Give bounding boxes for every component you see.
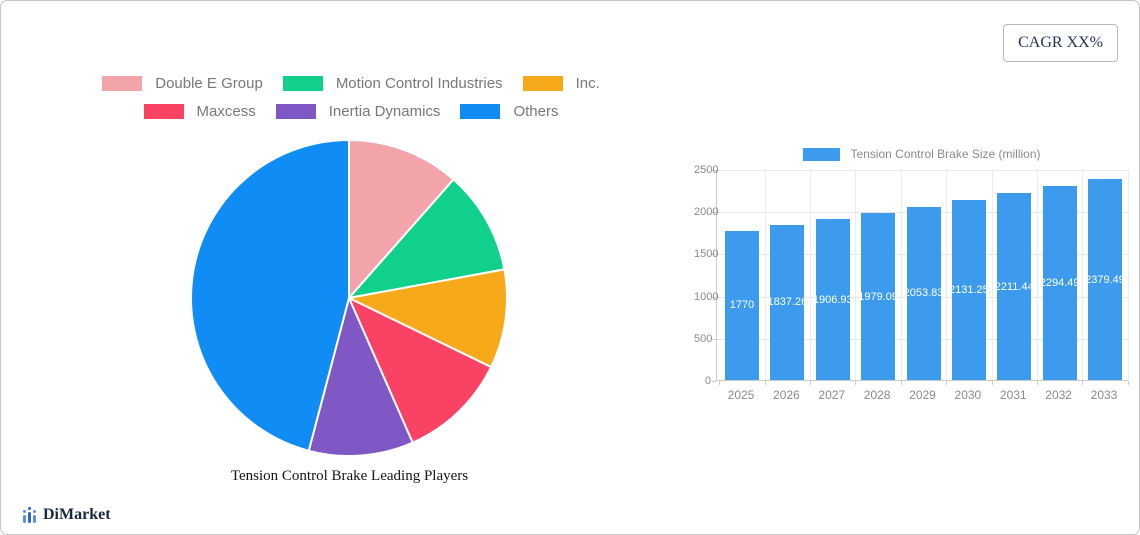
x-axis-tick <box>1036 381 1038 385</box>
y-tick-label: 1000 <box>694 290 719 303</box>
y-tick-label: 2000 <box>694 206 719 219</box>
bar-value-label: 2211.44 <box>997 280 1031 293</box>
legend-item-maxcess[interactable]: Maxcess <box>143 103 256 120</box>
cagr-badge: CAGR XX% <box>1003 24 1118 62</box>
x-tick-label: 2033 <box>1090 388 1118 402</box>
bar-value-label: 2379.49 <box>1088 273 1122 286</box>
x-axis-tick <box>719 381 721 385</box>
y-gridline <box>717 170 1128 171</box>
legend-item-inertia-dynamics[interactable]: Inertia Dynamics <box>275 103 441 120</box>
x-gridline <box>1082 170 1084 380</box>
x-tick-label: 2029 <box>909 388 936 402</box>
x-axis-tick <box>991 381 993 385</box>
x-axis-tick <box>855 381 857 385</box>
x-axis-tick <box>810 381 812 385</box>
x-tick-label: 2026 <box>773 388 800 402</box>
bar-value-label: 1770 <box>729 299 755 312</box>
legend-swatch-others <box>460 104 501 119</box>
y-tick-label: 500 <box>694 332 713 345</box>
y-tick-label: 2500 <box>694 164 719 176</box>
x-gridline <box>810 170 812 380</box>
x-tick-label: 2027 <box>818 388 846 402</box>
bar-legend-swatch <box>803 147 841 161</box>
x-gridline <box>764 170 766 380</box>
pie-legend-row-2: Maxcess Inertia Dynamics Others <box>143 103 558 120</box>
bar-value-label: 2053.83 <box>907 287 941 300</box>
report-card: CAGR XX% Double E Group Motion Control I… <box>0 0 1140 535</box>
x-axis-tick <box>946 381 948 385</box>
x-axis-tick <box>900 381 902 385</box>
pie-legend: Double E Group Motion Control Industries… <box>46 75 656 120</box>
bar-2030: 2131.25 <box>951 200 986 380</box>
legend-item-others[interactable]: Others <box>460 103 558 120</box>
bar-2025: 1770 <box>725 230 759 380</box>
dimarket-logo-text: DiMarket <box>43 506 111 523</box>
legend-label-inc: Inc. <box>575 75 600 92</box>
x-axis-tick <box>1082 381 1084 385</box>
bar-chart-legend-item[interactable]: Tension Control Brake Size (million) <box>716 146 1128 162</box>
x-axis-tick <box>1127 381 1129 385</box>
bar-chart: Tension Control Brake Size (million) 177… <box>694 146 1134 416</box>
bar-legend-label: Tension Control Brake Size (million) <box>850 147 1041 161</box>
x-axis-tick <box>764 381 766 385</box>
bar-plot-area: 1770 1837.26 1906.93 1979.09 2053.83 2131.25 2… <box>712 170 1129 385</box>
pie-chart-title: Tension Control Brake Leading Players <box>230 468 469 484</box>
legend-label-inertia-dynamics: Inertia Dynamics <box>328 103 441 120</box>
legend-label-motion-control-industries: Motion Control Industries <box>335 75 503 92</box>
bar-2026: 1837.26 <box>770 224 805 380</box>
bar-2033: 2379.49 <box>1088 179 1122 380</box>
legend-item-motion-control-industries[interactable]: Motion Control Industries <box>282 75 503 92</box>
legend-swatch-maxcess <box>143 104 184 119</box>
x-tick-label: 2025 <box>727 388 755 402</box>
x-gridline <box>991 170 993 380</box>
dimarket-logo: DiMarket <box>23 507 111 523</box>
cagr-label: CAGR XX% <box>1018 34 1103 51</box>
legend-swatch-inertia-dynamics <box>275 104 316 119</box>
legend-item-inc[interactable]: Inc. <box>522 75 600 92</box>
bar-2028: 1979.09 <box>861 213 896 380</box>
x-tick-label: 2028 <box>863 388 891 402</box>
bar-2029: 2053.83 <box>906 206 941 380</box>
x-gridline <box>855 170 857 380</box>
x-tick-label: 2031 <box>999 388 1027 402</box>
bar-value-label: 1837.26 <box>770 296 804 309</box>
legend-label-maxcess: Maxcess <box>196 103 256 120</box>
y-axis-tick <box>712 381 716 382</box>
y-tick-label: 0 <box>704 375 711 387</box>
bar-value-label: 2131.25 <box>952 284 986 297</box>
bar-2031: 2211.44 <box>997 193 1032 380</box>
bar-value-label: 1906.93 <box>816 293 850 306</box>
bar-2027: 1906.93 <box>815 219 850 380</box>
legend-swatch-double-e-group <box>102 76 143 91</box>
x-gridline <box>1127 170 1129 380</box>
y-tick-label: 1500 <box>694 248 719 261</box>
bar-2032: 2294.49 <box>1042 186 1077 380</box>
x-gridline <box>1036 170 1038 380</box>
x-gridline <box>946 170 948 380</box>
bar-chart-logo-icon <box>23 507 36 523</box>
pie-legend-row-1: Double E Group Motion Control Industries… <box>102 75 600 92</box>
x-tick-label: 2030 <box>954 388 982 402</box>
bar-value-label: 2294.49 <box>1043 277 1077 290</box>
legend-item-double-e-group[interactable]: Double E Group <box>102 75 263 92</box>
pie-chart <box>187 136 511 460</box>
legend-label-others: Others <box>513 103 559 120</box>
x-tick-label: 2032 <box>1045 388 1072 402</box>
pie-chart-svg <box>189 139 508 457</box>
legend-swatch-inc <box>522 76 563 91</box>
legend-swatch-motion-control-industries <box>282 76 323 91</box>
x-gridline <box>900 170 902 380</box>
bar-value-label: 1979.09 <box>861 290 895 303</box>
y-axis-tick <box>712 338 716 340</box>
legend-label-double-e-group: Double E Group <box>155 75 263 92</box>
